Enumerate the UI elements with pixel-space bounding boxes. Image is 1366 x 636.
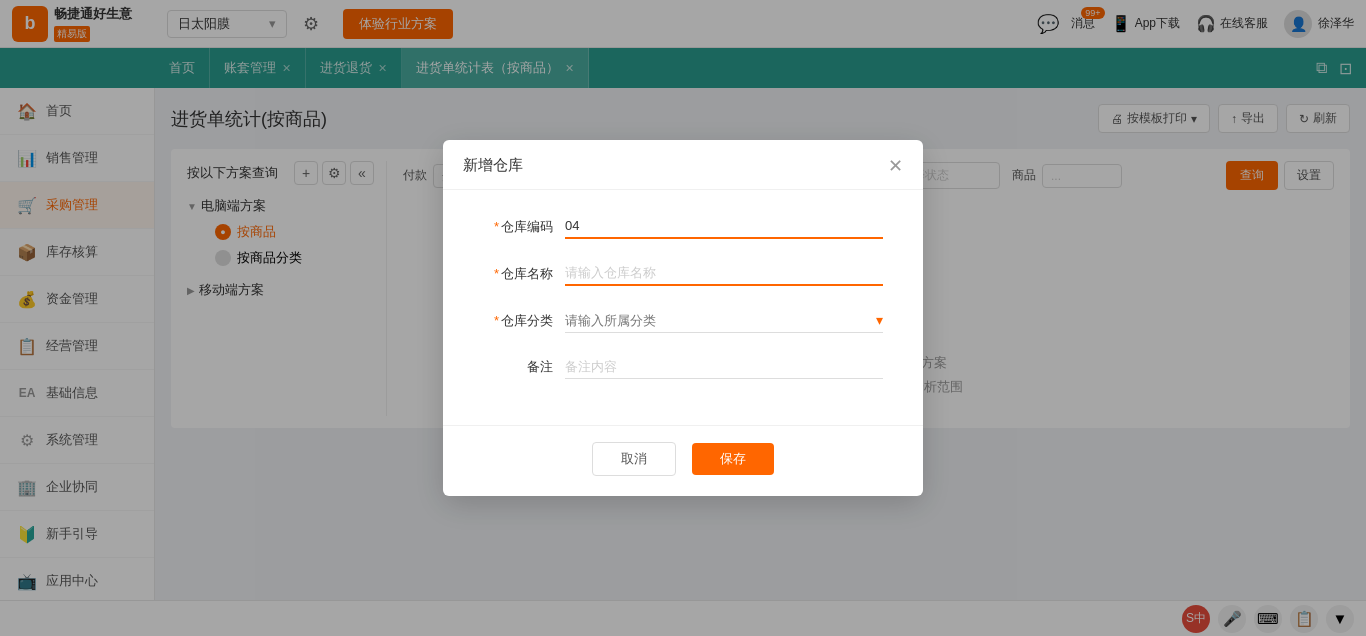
save-button[interactable]: 保存: [692, 443, 774, 475]
modal-title: 新增仓库: [463, 156, 523, 175]
form-row-name: 仓库名称: [483, 261, 883, 286]
form-row-category: 仓库分类 ▾: [483, 308, 883, 333]
modal-body: 仓库编码 仓库名称 仓库分类 ▾ 备注: [443, 190, 923, 425]
form-row-note: 备注: [483, 355, 883, 379]
note-label: 备注: [483, 358, 553, 376]
cancel-button[interactable]: 取消: [592, 442, 676, 476]
modal-overlay[interactable]: 新增仓库 ✕ 仓库编码 仓库名称 仓库分类 ▾: [0, 0, 1366, 636]
category-label: 仓库分类: [483, 312, 553, 330]
new-warehouse-modal: 新增仓库 ✕ 仓库编码 仓库名称 仓库分类 ▾: [443, 140, 923, 496]
category-input[interactable]: [565, 313, 876, 328]
form-row-code: 仓库编码: [483, 214, 883, 239]
modal-close-button[interactable]: ✕: [888, 157, 903, 175]
category-select[interactable]: ▾: [565, 308, 883, 333]
name-label: 仓库名称: [483, 265, 553, 283]
code-input[interactable]: [565, 214, 883, 239]
chevron-down-icon: ▾: [876, 312, 883, 328]
modal-footer: 取消 保存: [443, 425, 923, 496]
code-label: 仓库编码: [483, 218, 553, 236]
name-input[interactable]: [565, 261, 883, 286]
note-input[interactable]: [565, 355, 883, 379]
modal-header: 新增仓库 ✕: [443, 140, 923, 190]
